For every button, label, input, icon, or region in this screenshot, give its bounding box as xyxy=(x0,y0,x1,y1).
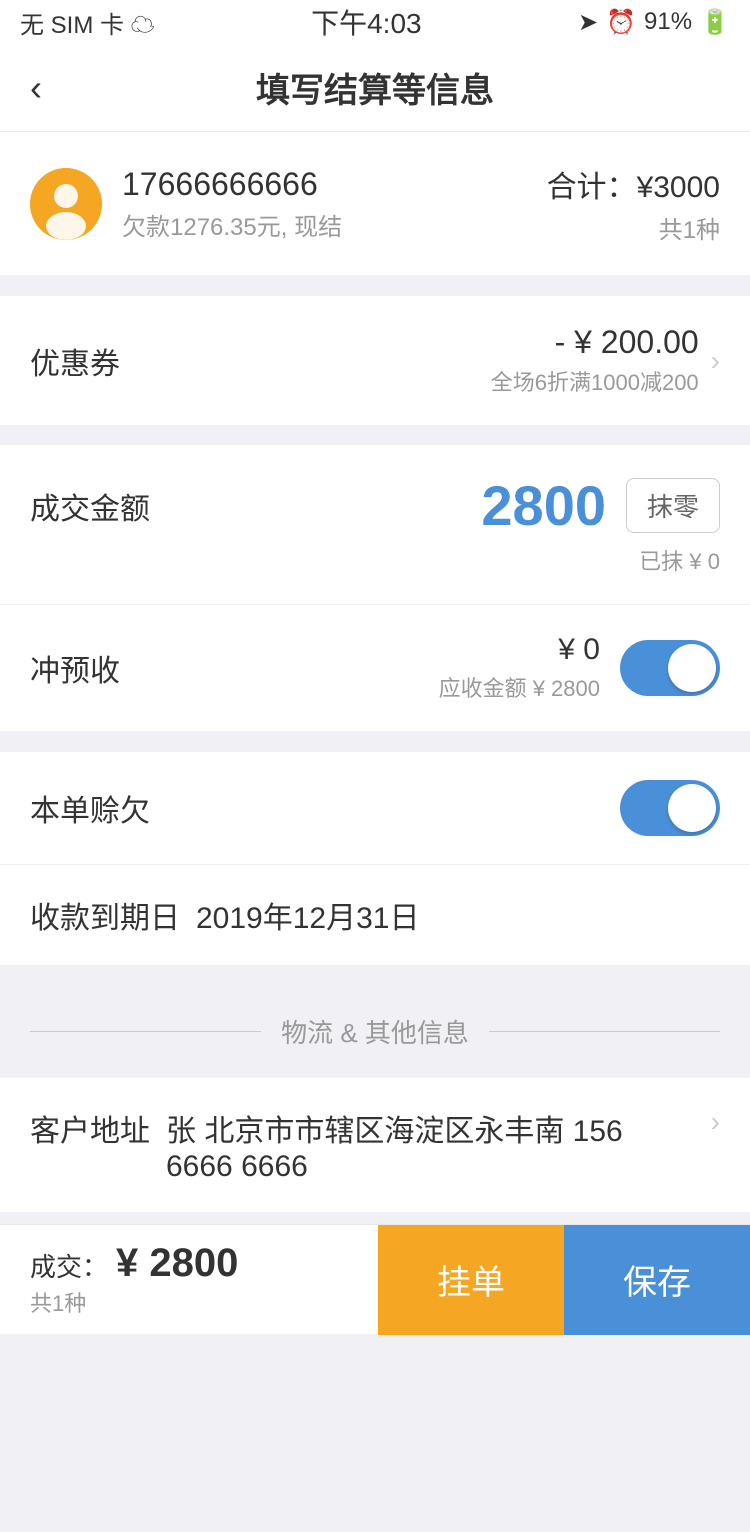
prepay-value-col: ¥ 0 应收金额 ¥ 2800 xyxy=(439,633,600,703)
status-bar: 无 SIM 卡 ☁ 下午4:03 ➤ ⏰ 91% 🔋 xyxy=(0,0,750,44)
debt-section: 本单赊欠 xyxy=(0,752,750,865)
coupon-label: 优惠券 xyxy=(30,339,120,383)
prepay-sub: 应收金额 ¥ 2800 xyxy=(439,671,600,703)
alarm-icon: ⏰ xyxy=(606,8,636,37)
pending-button[interactable]: 挂单 xyxy=(378,1225,564,1335)
deal-sub: 已抹 ¥ 0 xyxy=(30,544,720,576)
due-date-label: 收款到期日 xyxy=(30,893,180,937)
user-debt: 欠款1276.35元, 现结 xyxy=(122,207,342,242)
round-zero-button[interactable]: 抹零 xyxy=(626,478,720,533)
due-date-value: 2019年12月31日 xyxy=(196,893,419,937)
bottom-deal-row: 成交： ¥ 2800 xyxy=(30,1241,348,1286)
deal-row: 成交金额 2800 抹零 xyxy=(30,473,720,538)
back-button[interactable]: ‹ xyxy=(30,67,42,109)
total-label: 合计： xyxy=(547,171,637,204)
deal-amount-value: 2800 xyxy=(481,473,606,538)
prepay-toggle[interactable] xyxy=(620,640,720,696)
logistics-divider: 物流 & 其他信息 xyxy=(0,985,750,1078)
divider-3 xyxy=(0,965,750,985)
logistics-line-right xyxy=(489,1031,720,1032)
status-bar-left: 无 SIM 卡 ☁ xyxy=(20,5,155,40)
deal-right: 2800 抹零 xyxy=(481,473,720,538)
bottom-count: 共1种 xyxy=(30,1286,348,1318)
location-icon: ➤ xyxy=(578,8,598,37)
user-info-section: 17666666666 欠款1276.35元, 现结 合计：¥3000 共1种 xyxy=(0,132,750,275)
prepay-right: ¥ 0 应收金额 ¥ 2800 xyxy=(439,633,720,703)
chevron-right-icon: › xyxy=(711,345,720,377)
due-date-section: 收款到期日 2019年12月31日 xyxy=(0,865,750,965)
prepay-label: 冲预收 xyxy=(30,646,120,690)
user-details: 17666666666 欠款1276.35元, 现结 xyxy=(122,166,342,242)
total-amount: 合计：¥3000 xyxy=(547,162,720,206)
address-section[interactable]: 客户地址 张 北京市市辖区海淀区永丰南 156 6666 6666 › xyxy=(0,1078,750,1212)
address-label: 客户地址 xyxy=(30,1106,150,1150)
status-bar-time: 下午4:03 xyxy=(311,2,422,42)
debt-toggle[interactable] xyxy=(620,780,720,836)
divider-1 xyxy=(0,425,750,445)
bottom-summary: 成交： ¥ 2800 共1种 xyxy=(0,1241,378,1318)
battery-icon: 🔋 xyxy=(700,8,730,37)
logistics-text: 物流 & 其他信息 xyxy=(281,1013,469,1050)
debt-label: 本单赊欠 xyxy=(30,786,150,830)
coupon-amount: - ¥ 200.00 xyxy=(491,324,699,361)
user-info-left: 17666666666 欠款1276.35元, 现结 xyxy=(30,166,342,242)
address-value: 张 北京市市辖区海淀区永丰南 156 6666 6666 xyxy=(166,1106,695,1184)
user-total: 合计：¥3000 共1种 xyxy=(547,162,720,245)
no-sim-text: 无 SIM 卡 ☁ xyxy=(20,5,155,40)
deal-label: 成交金额 xyxy=(30,484,150,528)
battery-text: 91% xyxy=(644,8,692,36)
coupon-right: - ¥ 200.00 全场6折满1000减200 › xyxy=(491,324,720,397)
coupon-value-col: - ¥ 200.00 全场6折满1000减200 xyxy=(491,324,699,397)
avatar xyxy=(30,168,102,240)
user-phone: 17666666666 xyxy=(122,166,342,203)
save-button[interactable]: 保存 xyxy=(564,1225,750,1335)
address-chevron-icon: › xyxy=(711,1106,720,1138)
bottom-deal-amount: ¥ 2800 xyxy=(116,1241,238,1286)
coupon-row[interactable]: 优惠券 - ¥ 200.00 全场6折满1000减200 › xyxy=(0,295,750,425)
coupon-desc: 全场6折满1000减200 xyxy=(491,365,699,397)
status-bar-right: ➤ ⏰ 91% 🔋 xyxy=(578,8,730,37)
total-count: 共1种 xyxy=(547,210,720,245)
nav-bar: ‹ 填写结算等信息 xyxy=(0,44,750,132)
prepay-section: 冲预收 ¥ 0 应收金额 ¥ 2800 xyxy=(0,605,750,732)
divider-2 xyxy=(0,732,750,752)
total-value: ¥3000 xyxy=(637,171,720,204)
prepay-value: ¥ 0 xyxy=(439,633,600,667)
page-title: 填写结算等信息 xyxy=(256,63,494,112)
bottom-bar: 成交： ¥ 2800 共1种 挂单 保存 xyxy=(0,1224,750,1334)
bottom-deal-label: 成交： xyxy=(30,1247,108,1284)
deal-section: 成交金额 2800 抹零 已抹 ¥ 0 xyxy=(0,445,750,605)
logistics-line-left xyxy=(30,1031,261,1032)
prepay-row: 冲预收 ¥ 0 应收金额 ¥ 2800 xyxy=(30,633,720,703)
